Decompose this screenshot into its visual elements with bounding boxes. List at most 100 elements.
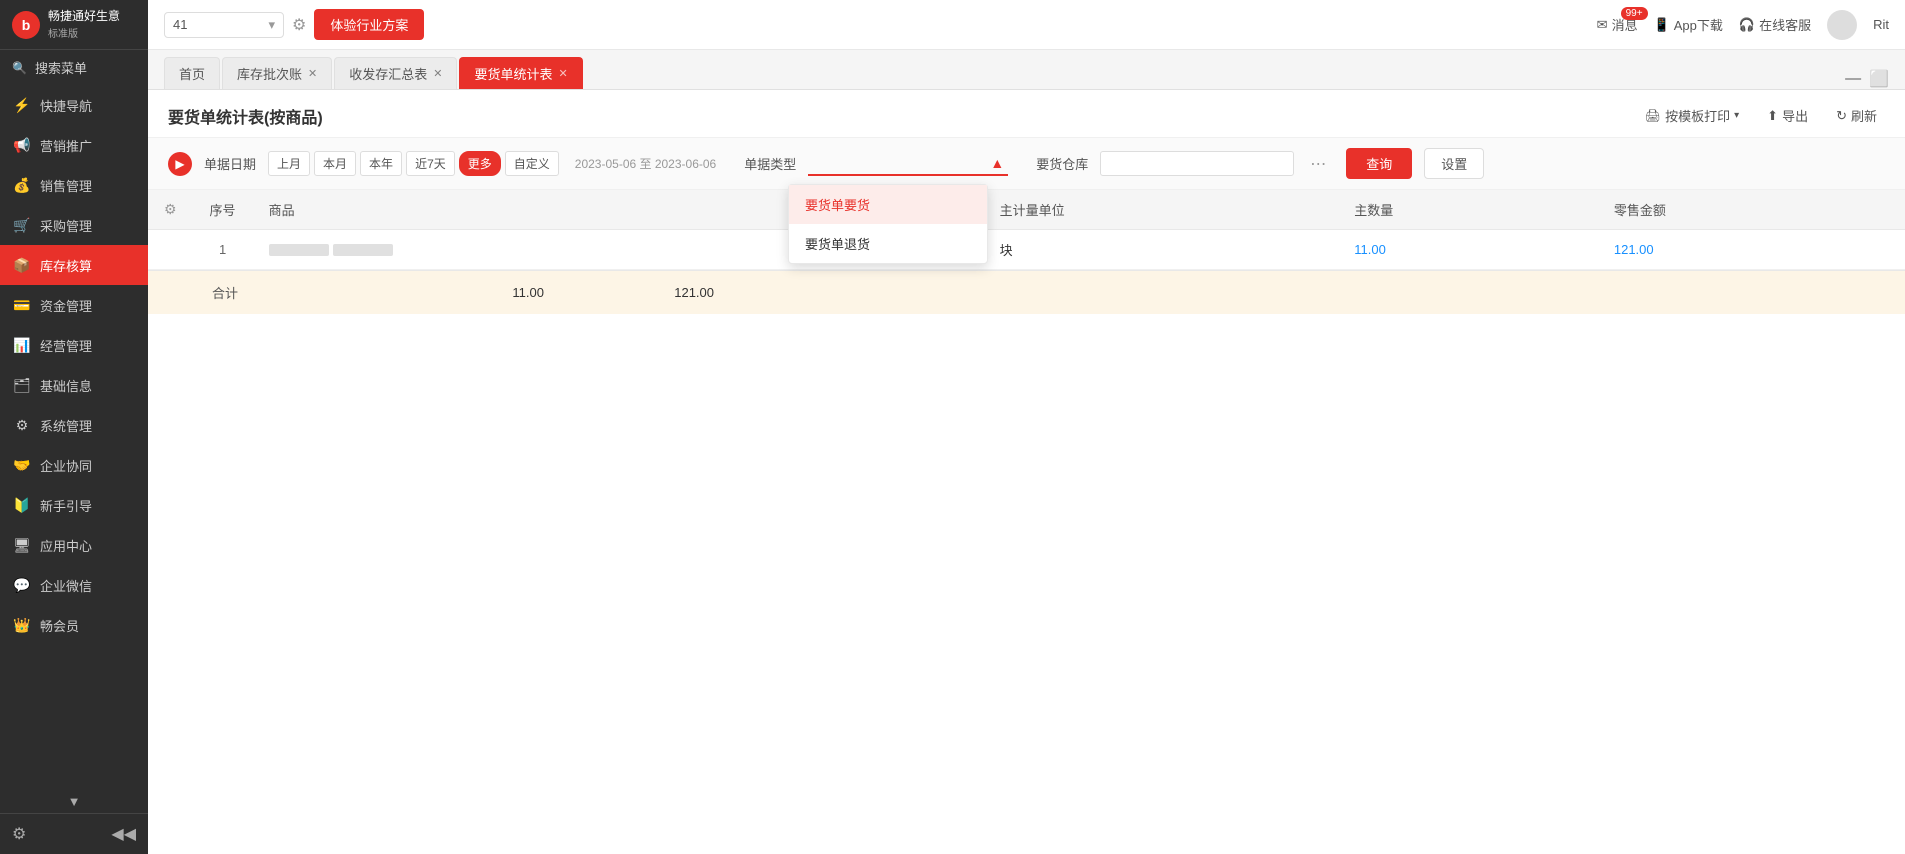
tab-home[interactable]: 首页: [164, 57, 220, 89]
date-more-btn[interactable]: 更多: [459, 151, 501, 176]
page-actions: 🖨 按模板打印 ▾ ⬆ 导出 ↻ 刷新: [1637, 102, 1885, 129]
user-avatar[interactable]: [1827, 10, 1857, 40]
sidebar-item-app-center[interactable]: 🖥 应用中心: [0, 525, 148, 565]
app-logo-text: 畅捷通好生意 标准版: [48, 9, 120, 40]
col-amount: 零售金额: [1598, 190, 1905, 230]
cell-amount: 121.00: [1598, 230, 1905, 270]
type-filter-input[interactable]: [812, 155, 990, 170]
sidebar-item-wechat[interactable]: 💬 企业微信: [0, 565, 148, 605]
tab-receive-summary[interactable]: 收发存汇总表 ✕: [334, 57, 457, 89]
warehouse-filter-input[interactable]: [1100, 151, 1294, 176]
sidebar-item-finance[interactable]: 💳 资金管理: [0, 285, 148, 325]
topbar-right: ✉ 消息 99+ 📱 App下载 🎧 在线客服 Rit: [1597, 10, 1889, 40]
print-btn[interactable]: 🖨 按模板打印 ▾: [1637, 102, 1748, 129]
table-settings-icon[interactable]: ⚙: [164, 201, 177, 217]
sidebar-item-guide[interactable]: 🔰 新手引导: [0, 485, 148, 525]
wechat-icon: 💬: [12, 575, 32, 595]
tab-requisition-stat[interactable]: 要货单统计表 ✕: [459, 57, 582, 89]
filter-more-icon[interactable]: ⋯: [1310, 154, 1326, 174]
sidebar-item-inventory[interactable]: 📦 库存核算: [0, 245, 148, 285]
sidebar-settings-icon[interactable]: ⚙: [12, 824, 26, 844]
tab-inventory-batch[interactable]: 库存批次账 ✕: [222, 57, 332, 89]
print-dropdown-icon: ▾: [1734, 110, 1739, 121]
set-btn[interactable]: 设置: [1424, 148, 1484, 179]
sidebar-item-sales[interactable]: 💰 销售管理: [0, 165, 148, 205]
basic-icon: 🗂: [12, 375, 32, 395]
marketing-icon: 📢: [12, 135, 32, 155]
sidebar-item-quick-nav[interactable]: ⚡ 快捷导航: [0, 85, 148, 125]
refresh-btn[interactable]: ↻ 刷新: [1828, 102, 1885, 129]
tabs-controls: — ⬜: [1845, 69, 1889, 89]
sidebar-item-operation[interactable]: 📊 经营管理: [0, 325, 148, 365]
type-dropdown: 要货单要货 要货单退货: [788, 184, 988, 264]
sidebar-item-member[interactable]: 👑 畅会员: [0, 605, 148, 645]
sidebar-item-system[interactable]: ⚙ 系统管理: [0, 405, 148, 445]
dropdown-item-requisition-return[interactable]: 要货单退货: [789, 224, 987, 263]
date-range-text: 2023-05-06 至 2023-06-06: [575, 155, 716, 172]
dropdown-item-requisition-order[interactable]: 要货单要货: [789, 185, 987, 224]
sidebar-item-basic[interactable]: 🗂 基础信息: [0, 365, 148, 405]
sidebar-search[interactable]: 🔍 搜索菜单: [0, 50, 148, 85]
query-btn[interactable]: 查询: [1346, 148, 1412, 179]
warehouse-filter-label: 要货仓库: [1036, 154, 1088, 173]
filter-bar: ▶ 单据日期 上月 本月 本年 近7天 更多 自定义 2023-05-06 至 …: [148, 138, 1905, 190]
col-settings[interactable]: ⚙: [148, 190, 193, 230]
cell-qty: 11.00: [1338, 230, 1598, 270]
cell-settings: [148, 230, 193, 270]
export-btn[interactable]: ⬆ 导出: [1759, 102, 1816, 129]
table-footer: 合计 11.00 121.00: [148, 270, 1905, 314]
type-select-arrow-icon: ▲: [990, 155, 1004, 171]
tab-close-requisition-stat[interactable]: ✕: [559, 67, 568, 80]
date-custom-btn[interactable]: 自定义: [505, 151, 559, 176]
type-filter-select[interactable]: ▲: [808, 152, 1008, 176]
sidebar-item-purchase[interactable]: 🛒 采购管理: [0, 205, 148, 245]
col-qty: 主数量: [1338, 190, 1598, 230]
phone-icon: 📱: [1654, 17, 1670, 33]
industry-btn[interactable]: 体验行业方案: [314, 9, 424, 40]
tab-close-receive-summary[interactable]: ✕: [433, 67, 442, 80]
sidebar-item-enterprise[interactable]: 🤝 企业协同: [0, 445, 148, 485]
filter-expand-btn[interactable]: ▶: [168, 152, 192, 176]
app-logo-icon: b: [12, 11, 40, 39]
footer-amount: 121.00: [614, 285, 714, 300]
page-content: 要货单统计表(按商品) 🖨 按模板打印 ▾ ⬆ 导出 ↻ 刷新 ▶: [148, 90, 1905, 854]
sidebar-logo: b 畅捷通好生意 标准版: [0, 0, 148, 50]
footer-label: 合计: [164, 283, 384, 302]
topbar-gear-icon[interactable]: ⚙: [292, 15, 306, 35]
date-this-year-btn[interactable]: 本年: [360, 151, 402, 176]
tabs-bar: 首页 库存批次账 ✕ 收发存汇总表 ✕ 要货单统计表 ✕ — ⬜: [148, 50, 1905, 90]
message-btn[interactable]: ✉ 消息 99+: [1597, 15, 1638, 34]
print-icon: 🖨: [1645, 108, 1662, 124]
cell-no: 1: [193, 230, 253, 270]
operation-icon: 📊: [12, 335, 32, 355]
selector-arrow-icon: ▾: [268, 17, 275, 33]
page-header: 要货单统计表(按商品) 🖨 按模板打印 ▾ ⬆ 导出 ↻ 刷新: [148, 90, 1905, 138]
topbar: 41 ▾ ⚙ 体验行业方案 ✉ 消息 99+ 📱 App下载 🎧 在线客服 Ri…: [148, 0, 1905, 50]
col-unit: 主计量单位: [984, 190, 1339, 230]
online-service-btn[interactable]: 🎧 在线客服: [1739, 15, 1811, 34]
table-container: ⚙ 序号 商品 主计量单位 主数量 零售金额 1: [148, 190, 1905, 270]
table-header-row: ⚙ 序号 商品 主计量单位 主数量 零售金额: [148, 190, 1905, 230]
company-selector[interactable]: 41 ▾: [164, 12, 284, 38]
table-row: 1 块 11.00 121.00: [148, 230, 1905, 270]
date-7days-btn[interactable]: 近7天: [406, 151, 455, 176]
date-this-month-btn[interactable]: 本月: [314, 151, 356, 176]
tab-minimize-icon[interactable]: —: [1845, 70, 1861, 88]
guide-icon: 🔰: [12, 495, 32, 515]
sidebar-scroll-down[interactable]: ▼: [0, 790, 148, 813]
main-area: 41 ▾ ⚙ 体验行业方案 ✉ 消息 99+ 📱 App下载 🎧 在线客服 Ri…: [148, 0, 1905, 854]
message-icon: ✉: [1597, 17, 1608, 33]
date-last-month-btn[interactable]: 上月: [268, 151, 310, 176]
col-no: 序号: [193, 190, 253, 230]
sidebar-bottom: ⚙ ◀◀: [0, 813, 148, 854]
app-download-btn[interactable]: 📱 App下载: [1654, 15, 1723, 34]
sidebar-collapse-icon[interactable]: ◀◀: [111, 824, 136, 844]
tab-maximize-icon[interactable]: ⬜: [1869, 69, 1889, 89]
footer-qty: 11.00: [444, 285, 544, 300]
sidebar: b 畅捷通好生意 标准版 🔍 搜索菜单 ⚡ 快捷导航 📢 营销推广 💰 销售管理…: [0, 0, 148, 854]
topbar-left: 41 ▾ ⚙ 体验行业方案: [164, 9, 424, 40]
sales-icon: 💰: [12, 175, 32, 195]
sidebar-item-marketing[interactable]: 📢 营销推广: [0, 125, 148, 165]
tab-close-inventory-batch[interactable]: ✕: [308, 67, 317, 80]
cell-unit: 块: [984, 230, 1339, 270]
